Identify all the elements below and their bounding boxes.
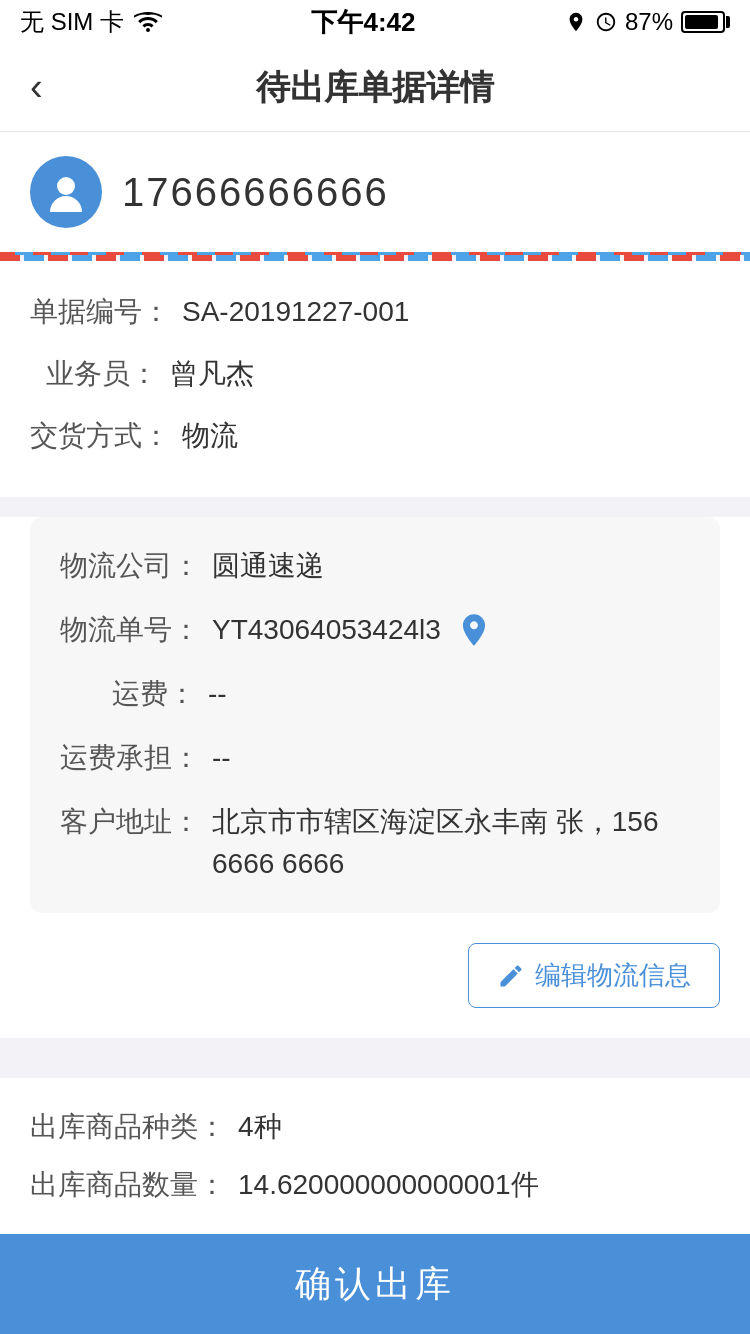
- delivery-value: 物流: [182, 415, 720, 457]
- edit-btn-wrap: 编辑物流信息: [0, 943, 750, 1038]
- logistics-card: 物流公司： 圆通速递 物流单号： YT43064053424l3 运费： -- …: [30, 517, 720, 913]
- location-status-icon: [565, 11, 587, 33]
- freight-value: --: [208, 673, 690, 715]
- avatar-icon: [44, 170, 88, 214]
- document-number-value: SA-20191227-001: [182, 291, 720, 333]
- agent-label: 业务员：: [30, 353, 170, 395]
- address-label: 客户地址：: [60, 801, 212, 843]
- delivery-row: 交货方式： 物流: [30, 415, 720, 457]
- wifi-icon: [134, 12, 162, 32]
- svg-point-0: [57, 177, 75, 195]
- battery-icon: [681, 11, 730, 33]
- goods-quantity-label: 出库商品数量：: [30, 1166, 238, 1204]
- nav-bar: ‹ 待出库单据详情: [0, 44, 750, 132]
- status-right: 87%: [565, 8, 730, 36]
- goods-section: 出库商品种类： 4种 出库商品数量： 14.620000000000001件: [0, 1078, 750, 1244]
- customer-header: 17666666666: [0, 132, 750, 255]
- back-button[interactable]: ‹: [30, 66, 43, 109]
- freight-bear-row: 运费承担： --: [60, 737, 690, 779]
- battery-percent: 87%: [625, 8, 673, 36]
- logistics-company-row: 物流公司： 圆通速递: [60, 545, 690, 587]
- confirm-button-wrap[interactable]: 确认出库: [0, 1234, 750, 1334]
- goods-quantity-value: 14.620000000000001件: [238, 1166, 539, 1204]
- freight-row: 运费： --: [60, 673, 690, 715]
- address-row: 客户地址： 北京市市辖区海淀区永丰南 张，156 6666 6666: [60, 801, 690, 885]
- document-info-section: 单据编号： SA-20191227-001 业务员： 曾凡杰 交货方式： 物流: [0, 261, 750, 497]
- delivery-label: 交货方式：: [30, 415, 182, 457]
- goods-type-label: 出库商品种类：: [30, 1108, 238, 1146]
- freight-bear-value: --: [212, 737, 690, 779]
- status-bar: 无 SIM 卡 下午4:42 87%: [0, 0, 750, 44]
- section-divider-1: [0, 1038, 750, 1058]
- goods-type-row: 出库商品种类： 4种: [30, 1108, 720, 1146]
- page-title: 待出库单据详情: [256, 65, 494, 111]
- logistics-tracking-label: 物流单号：: [60, 609, 212, 651]
- tracking-location-icon[interactable]: [455, 611, 493, 649]
- logistics-tracking-row: 物流单号： YT43064053424l3: [60, 609, 690, 651]
- edit-icon: [497, 962, 525, 990]
- status-time: 下午4:42: [311, 5, 415, 40]
- no-sim-text: 无 SIM 卡: [20, 6, 124, 38]
- document-number-row: 单据编号： SA-20191227-001: [30, 291, 720, 333]
- customer-avatar: [30, 156, 102, 228]
- status-left: 无 SIM 卡: [20, 6, 162, 38]
- edit-logistics-label: 编辑物流信息: [535, 958, 691, 993]
- goods-quantity-row: 出库商品数量： 14.620000000000001件: [30, 1166, 720, 1204]
- clock-status-icon: [595, 11, 617, 33]
- address-value: 北京市市辖区海淀区永丰南 张，156 6666 6666: [212, 801, 690, 885]
- logistics-tracking-value: YT43064053424l3: [212, 609, 690, 651]
- goods-type-value: 4种: [238, 1108, 282, 1146]
- confirm-button-label: 确认出库: [295, 1260, 455, 1309]
- tracking-number: YT43064053424l3: [212, 609, 441, 651]
- document-number-label: 单据编号：: [30, 291, 182, 333]
- edit-logistics-button[interactable]: 编辑物流信息: [468, 943, 720, 1008]
- agent-value: 曾凡杰: [170, 353, 720, 395]
- customer-phone: 17666666666: [122, 170, 389, 215]
- freight-bear-label: 运费承担：: [60, 737, 212, 779]
- logistics-company-value: 圆通速递: [212, 545, 690, 587]
- agent-row: 业务员： 曾凡杰: [30, 353, 720, 395]
- logistics-company-label: 物流公司：: [60, 545, 212, 587]
- freight-label: 运费：: [60, 673, 208, 715]
